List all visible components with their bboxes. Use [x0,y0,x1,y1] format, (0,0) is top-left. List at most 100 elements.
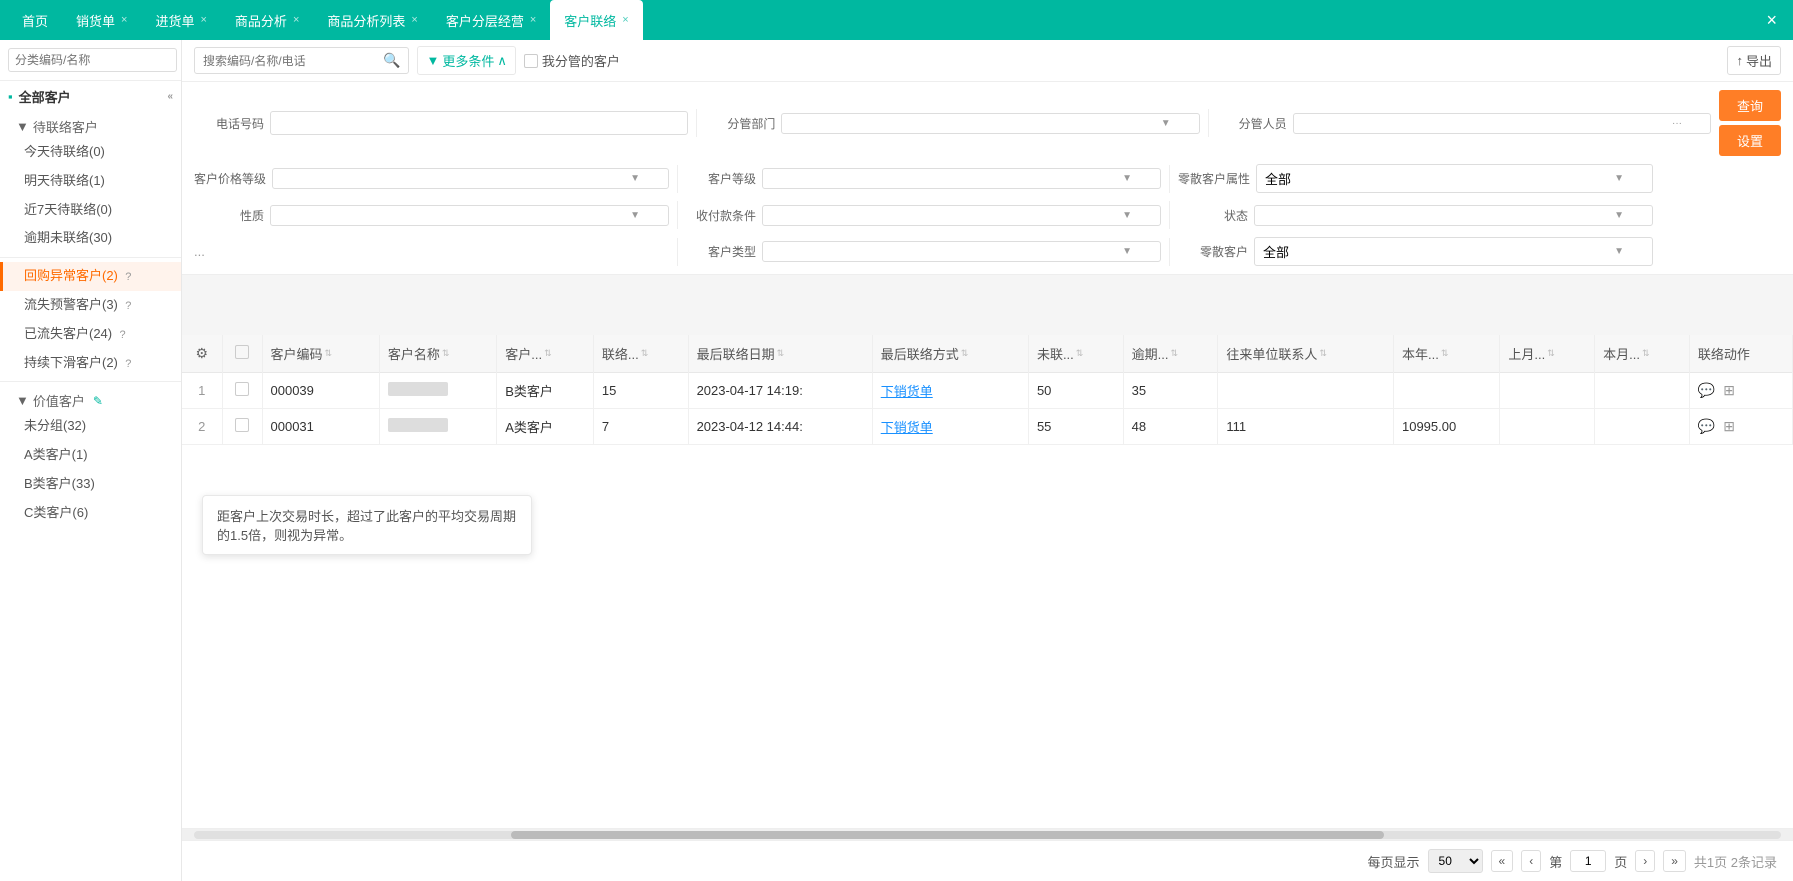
filter-retail-customer: 零散客户 全部 ▼ [1178,237,1653,266]
col-overdue[interactable]: 逾期... ⇅ [1123,335,1218,373]
my-customers-checkbox[interactable] [524,54,538,68]
sidebar-item-overdue-contact[interactable]: 逾期未联络(30) [0,224,181,253]
col-last-month[interactable]: 上月... ⇅ [1500,335,1595,373]
col-last-contact-date[interactable]: 最后联络日期 ⇅ [688,335,872,373]
retail-attr-arrow: ▼ [1614,173,1624,184]
gender-select[interactable]: ▼ [270,205,669,226]
sidebar-item-7day-contact[interactable]: 近7天待联络(0) [0,196,181,225]
sidebar-item-today-contact[interactable]: 今天待联络(0) [0,138,181,167]
col-name[interactable]: 客户名称 ⇅ [379,335,496,373]
row-checkbox-2[interactable] [235,418,249,432]
search-input[interactable] [203,54,383,68]
per-page-select[interactable]: 50 20 100 [1428,849,1483,873]
col-customer-type[interactable]: 客户... ⇅ [497,335,594,373]
my-customers-checkbox-label[interactable]: 我分管的客户 [524,51,620,70]
sort-icon-unread: ⇅ [1076,348,1084,359]
sidebar-item-repurchase-abnormal[interactable]: 回购异常客户(2) ? [0,262,181,291]
sidebar-all-customers[interactable]: ▪ 全部客户 « [0,81,181,112]
sidebar-search-input[interactable] [8,48,177,72]
payment-select[interactable]: ▼ [762,205,1161,226]
dept-select-arrow: ▼ [1161,118,1171,129]
sidebar-item-declining[interactable]: 持续下滑客户(2) ? [0,349,181,378]
col-last-contact-method[interactable]: 最后联络方式 ⇅ [872,335,1028,373]
sidebar-collapse-icon[interactable]: « [167,91,173,102]
nav-close-product-analysis[interactable]: × [293,14,299,26]
more-conditions-btn[interactable]: ▼ 更多条件 ∧ [417,46,515,75]
col-code[interactable]: 客户编码 ⇅ [262,335,379,373]
manager-select[interactable]: ··· [1293,113,1711,134]
nav-close-purchase-order[interactable]: × [200,14,206,26]
sidebar-item-class-c[interactable]: C类客户(6) [0,499,181,528]
cell-last-method-1[interactable]: 下销货单 [872,373,1028,409]
nav-close-all[interactable]: × [1758,10,1785,31]
nav-close-customer-tiering[interactable]: × [530,14,536,26]
sidebar-group-value-customers[interactable]: ▼ 价值客户 ✎ [0,386,181,412]
nav-product-analysis[interactable]: 商品分析 × [221,0,313,40]
status-label: 状态 [1178,207,1248,224]
ellipsis-btn[interactable]: ... [194,244,205,259]
col-settings[interactable]: ⚙ [182,335,222,373]
sidebar-item-tomorrow-contact[interactable]: 明天待联络(1) [0,167,181,196]
sidebar-edit-icon[interactable]: ✎ [93,394,103,408]
col-this-year[interactable]: 本年... ⇅ [1393,335,1499,373]
sidebar-item-class-a[interactable]: A类客户(1) [0,441,181,470]
nav-customer-tiering[interactable]: 客户分层经营 × [432,0,550,40]
col-contact[interactable]: 联络... ⇅ [593,335,688,373]
sidebar-group-pending[interactable]: ▼ 待联络客户 [0,112,181,138]
col-unread[interactable]: 未联... ⇅ [1028,335,1123,373]
col-unit-contact[interactable]: 往来单位联系人 ⇅ [1218,335,1394,373]
dept-select[interactable]: ▼ [781,113,1199,134]
export-btn[interactable]: ↑ 导出 [1727,46,1781,75]
horizontal-scrollbar[interactable] [182,828,1793,840]
col-this-month[interactable]: 本月... ⇅ [1595,335,1690,373]
select-all-checkbox[interactable] [235,345,249,359]
query-button[interactable]: 查询 [1719,90,1781,121]
filter-gender: 性质 ▼ [194,205,669,226]
action-chat-icon-1[interactable]: 💬 [1698,382,1715,399]
retail-customer-select[interactable]: 全部 ▼ [1254,237,1653,266]
filter-customer-level: 客户等级 ▼ [686,168,1161,189]
page-input[interactable] [1570,850,1606,872]
status-select[interactable]: ▼ [1254,205,1653,226]
cell-last-method-2[interactable]: 下销货单 [872,409,1028,445]
sidebar-item-class-b[interactable]: B类客户(33) [0,470,181,499]
nav-product-analysis-list[interactable]: 商品分析列表 × [313,0,431,40]
nav-close-customer-contact[interactable]: × [622,14,628,26]
last-page-btn[interactable]: » [1663,850,1686,872]
retail-attr-select[interactable]: 全部 ▼ [1256,164,1653,193]
settings-button[interactable]: 设置 [1719,125,1781,156]
nav-close-sales-order[interactable]: × [121,14,127,26]
filter-row-4: ... 客户类型 ▼ 零散客户 全部 ▼ [194,237,1781,266]
filter-row-2: 客户价格等级 ▼ 客户等级 ▼ 零散客户属性 [194,164,1781,193]
sidebar-item-churn-warning[interactable]: 流失预警客户(3) ? [0,291,181,320]
row-checkbox-1[interactable] [235,382,249,396]
customer-name-blur-1 [388,382,448,396]
action-chat-icon-2[interactable]: 💬 [1698,418,1715,435]
status-arrow: ▼ [1614,210,1624,221]
nav-purchase-order[interactable]: 进货单 × [141,0,220,40]
settings-icon[interactable]: ⚙ [195,345,208,361]
customer-level-label: 客户等级 [686,170,756,187]
nav-close-product-analysis-list[interactable]: × [411,14,417,26]
prev-page-btn[interactable]: ‹ [1521,850,1541,872]
method-link-2[interactable]: 下销货单 [881,420,933,435]
method-link-1[interactable]: 下销货单 [881,384,933,399]
price-grade-select[interactable]: ▼ [272,168,669,189]
cell-checkbox-2[interactable] [222,409,262,445]
sidebar-item-unclassified[interactable]: 未分组(32) [0,412,181,441]
filter-payment: 收付款条件 ▼ [686,205,1161,226]
next-page-btn[interactable]: › [1635,850,1655,872]
phone-input[interactable] [270,111,688,135]
nav-customer-contact[interactable]: 客户联络 × [550,0,642,40]
nav-home[interactable]: 首页 [8,0,62,40]
first-page-btn[interactable]: « [1491,850,1514,872]
customer-level-select[interactable]: ▼ [762,168,1161,189]
scroll-thumb[interactable] [511,831,1384,839]
page-prefix: 第 [1549,852,1562,871]
customer-type-select[interactable]: ▼ [762,241,1161,262]
action-grid-icon-2[interactable]: ⊞ [1723,418,1735,435]
sidebar-item-churned[interactable]: 已流失客户(24) ? [0,320,181,349]
cell-checkbox-1[interactable] [222,373,262,409]
nav-sales-order[interactable]: 销货单 × [62,0,141,40]
action-grid-icon-1[interactable]: ⊞ [1723,382,1735,399]
